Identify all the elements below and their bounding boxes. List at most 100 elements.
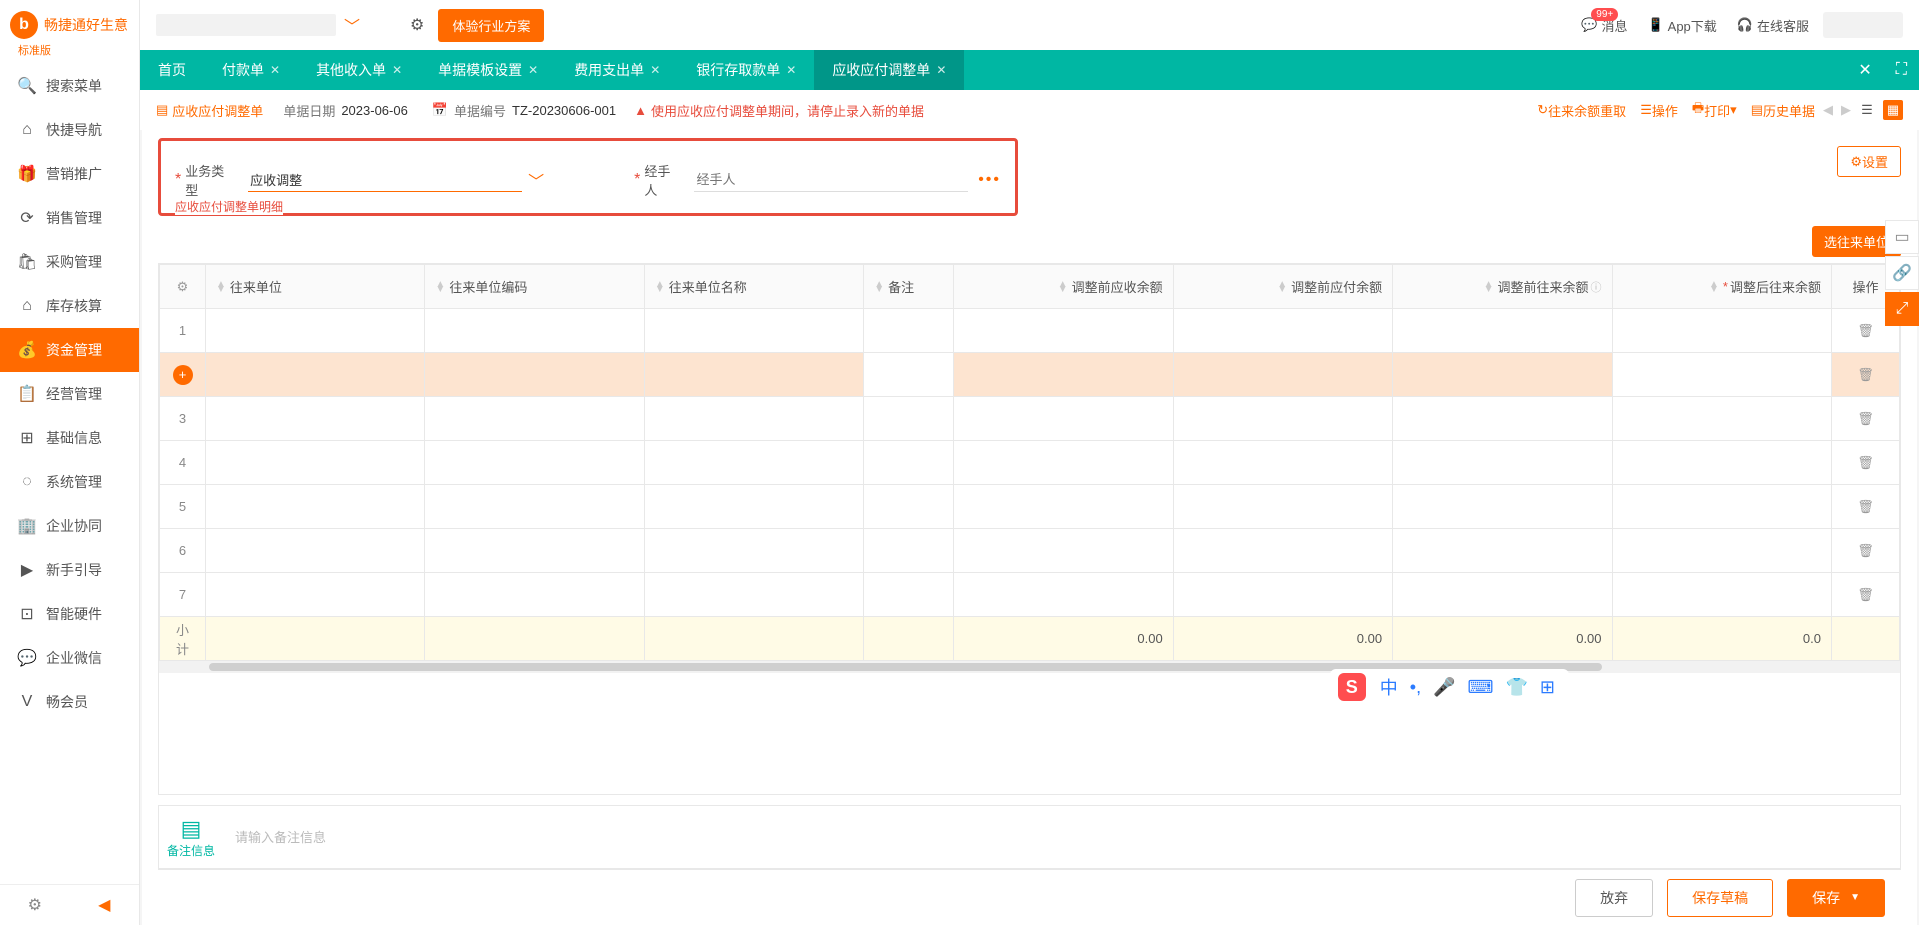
sidebar-item-7[interactable]: 📋经营管理 [0, 372, 139, 416]
chevron-down-icon[interactable]: ▼ [1850, 892, 1860, 903]
nav-prev-icon[interactable]: ◀ [1823, 102, 1833, 118]
trial-button[interactable]: 体验行业方案 [438, 9, 544, 42]
ime-punct-icon[interactable]: •, [1410, 677, 1421, 698]
date-value[interactable]: 2023-06-06 [341, 103, 408, 118]
delete-icon[interactable]: 🗑 [1857, 455, 1874, 470]
close-icon[interactable]: ✕ [528, 63, 538, 77]
biz-type-input[interactable] [248, 168, 522, 192]
float-attach-icon[interactable]: 🔗 [1885, 256, 1919, 290]
settings-button[interactable]: ⚙ 设置 [1837, 146, 1901, 177]
messages-button[interactable]: 99+ 💬 消息 [1581, 16, 1627, 35]
calendar-icon[interactable]: 📅 [432, 102, 448, 118]
sidebar-item-6[interactable]: 💰资金管理 [0, 328, 139, 372]
save-draft-button[interactable]: 保存草稿 [1667, 879, 1773, 917]
table-row[interactable]: 7🗑 [160, 573, 1900, 617]
save-button[interactable]: 保存▼ [1787, 879, 1885, 917]
nav-icon: 🛍 [18, 253, 36, 271]
add-row-icon[interactable]: + [173, 365, 193, 385]
col-bal-before[interactable]: ▲▼调整前往来余额ⓘ [1393, 265, 1612, 309]
reset-balance-button[interactable]: ↻ 往来余额重取 [1537, 101, 1626, 120]
table-row[interactable]: +🗑 [160, 353, 1900, 397]
sidebar-item-11[interactable]: ▶新手引导 [0, 548, 139, 592]
toolbar: ▤ 应收应付调整单 单据日期 2023-06-06 📅 单据编号 TZ-2023… [140, 90, 1919, 130]
col-gear[interactable]: ⚙ [160, 265, 206, 309]
more-icon[interactable]: ••• [978, 171, 1001, 189]
print-button[interactable]: 🖶 打印 ▾ [1692, 99, 1737, 121]
col-pay-before[interactable]: ▲▼调整前应付余额 [1173, 265, 1392, 309]
sidebar-item-14[interactable]: V畅会员 [0, 680, 139, 724]
col-recv-before[interactable]: ▲▼调整前应收余额 [954, 265, 1173, 309]
tab-5[interactable]: 银行存取款单✕ [678, 50, 814, 90]
sidebar-item-2[interactable]: 🎁营销推广 [0, 152, 139, 196]
tab-3[interactable]: 单据模板设置✕ [420, 50, 556, 90]
sidebar-item-1[interactable]: ⌂快捷导航 [0, 108, 139, 152]
org-selector[interactable]: ﹀ [156, 13, 396, 37]
app-download-button[interactable]: 📱 App下载 [1647, 16, 1716, 35]
sidebar-collapse-icon[interactable]: ◀ [70, 885, 140, 925]
history-button[interactable]: ▤ 历史单据 [1751, 101, 1815, 120]
float-expand-icon[interactable]: ⤢ [1885, 292, 1919, 326]
sidebar-item-13[interactable]: 💬企业微信 [0, 636, 139, 680]
tab-6[interactable]: 应收应付调整单✕ [814, 50, 964, 90]
delete-icon[interactable]: 🗑 [1857, 323, 1874, 338]
gear-icon[interactable]: ⚙ [410, 15, 424, 35]
tab-4[interactable]: 费用支出单✕ [556, 50, 678, 90]
tab-2[interactable]: 其他收入单✕ [298, 50, 420, 90]
ime-mic-icon[interactable]: 🎤 [1433, 677, 1455, 698]
sidebar-item-3[interactable]: ⟳销售管理 [0, 196, 139, 240]
ime-skin-icon[interactable]: 👕 [1505, 677, 1527, 698]
sidebar-item-5[interactable]: ⌂库存核算 [0, 284, 139, 328]
tab-close-all-icon[interactable]: ✕ [1846, 60, 1883, 80]
close-icon[interactable]: ✕ [936, 63, 946, 77]
horizontal-scrollbar[interactable] [159, 661, 1900, 673]
table-row[interactable]: 3🗑 [160, 397, 1900, 441]
customer-service-button[interactable]: 🎧 在线客服 [1737, 16, 1809, 35]
chevron-down-icon[interactable]: ﹀ [344, 13, 360, 37]
tab-expand-icon[interactable]: ⛶ [1884, 61, 1919, 79]
discard-button[interactable]: 放弃 [1575, 879, 1653, 917]
sidebar-item-4[interactable]: 🛍采购管理 [0, 240, 139, 284]
sidebar-item-12[interactable]: ⊡智能硬件 [0, 592, 139, 636]
handler-input[interactable] [694, 168, 968, 192]
avatar[interactable] [1823, 12, 1903, 38]
nav-label: 企业协同 [46, 516, 102, 536]
sidebar-item-0[interactable]: 🔍搜索菜单 [0, 64, 139, 108]
info-icon[interactable]: ⓘ [1591, 279, 1602, 295]
close-icon[interactable]: ✕ [270, 63, 280, 77]
col-remark[interactable]: ▲▼备注 [864, 265, 954, 309]
sidebar-settings-icon[interactable]: ⚙ [0, 885, 70, 925]
tab-1[interactable]: 付款单✕ [204, 50, 298, 90]
chevron-down-icon[interactable]: ﹀ [528, 168, 544, 192]
view-list-icon[interactable]: ☰ [1857, 100, 1877, 120]
sidebar-item-10[interactable]: 🏢企业协同 [0, 504, 139, 548]
ime-lang[interactable]: 中 [1380, 674, 1398, 700]
remark-input[interactable] [223, 830, 1900, 845]
close-icon[interactable]: ✕ [392, 63, 402, 77]
table-row[interactable]: 6🗑 [160, 529, 1900, 573]
phone-icon: 📱 [1647, 17, 1663, 33]
table-row[interactable]: 5🗑 [160, 485, 1900, 529]
delete-icon[interactable]: 🗑 [1857, 543, 1874, 558]
col-name[interactable]: ▲▼往来单位名称 [644, 265, 863, 309]
table-row[interactable]: 4🗑 [160, 441, 1900, 485]
nav-next-icon[interactable]: ▶ [1841, 102, 1851, 118]
close-icon[interactable]: ✕ [650, 63, 660, 77]
operate-button[interactable]: ☰ 操作 [1640, 101, 1678, 120]
col-bal-after[interactable]: ▲▼*调整后往来余额 [1612, 265, 1831, 309]
sidebar-item-8[interactable]: ⊞基础信息 [0, 416, 139, 460]
tab-0[interactable]: 首页 [140, 50, 204, 90]
col-code[interactable]: ▲▼往来单位编码 [425, 265, 644, 309]
col-unit[interactable]: ▲▼往来单位 [206, 265, 425, 309]
view-grid-icon[interactable]: ▦ [1883, 100, 1903, 120]
close-icon[interactable]: ✕ [786, 63, 796, 77]
delete-icon[interactable]: 🗑 [1857, 411, 1874, 426]
ime-toolbar[interactable]: S 中 •, 🎤 ⌨ 👕 ⊞ [1330, 669, 1569, 705]
delete-icon[interactable]: 🗑 [1857, 367, 1874, 382]
delete-icon[interactable]: 🗑 [1857, 499, 1874, 514]
table-row[interactable]: 1🗑 [160, 309, 1900, 353]
ime-tool-icon[interactable]: ⊞ [1540, 677, 1555, 698]
sidebar-item-9[interactable]: ◌系统管理 [0, 460, 139, 504]
delete-icon[interactable]: 🗑 [1857, 587, 1874, 602]
ime-keyboard-icon[interactable]: ⌨ [1468, 677, 1494, 698]
float-note-icon[interactable]: ▭ [1885, 220, 1919, 254]
